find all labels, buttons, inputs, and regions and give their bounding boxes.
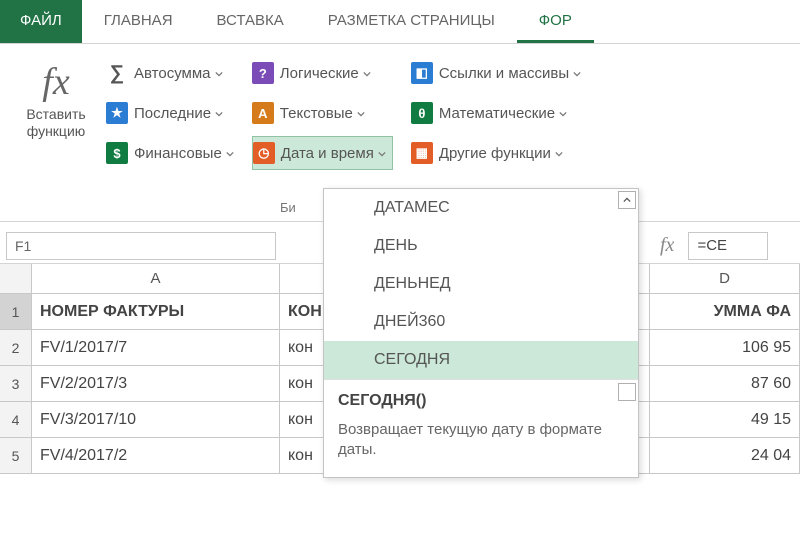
- tab-insert[interactable]: ВСТАВКА: [195, 0, 306, 43]
- more-label: Другие функции: [439, 145, 551, 162]
- sigma-icon: ∑: [106, 62, 128, 84]
- ribbon-tabs: ФАЙЛ ГЛАВНАЯ ВСТАВКА РАЗМЕТКА СТРАНИЦЫ Ф…: [0, 0, 800, 44]
- more-functions-button[interactable]: ▦ Другие функции: [411, 136, 581, 170]
- tooltip-title: СЕГОДНЯ(): [338, 392, 624, 410]
- scroll-up-button[interactable]: [618, 191, 636, 209]
- lookup-icon: ◧: [411, 62, 433, 84]
- cell[interactable]: НОМЕР ФАКТУРЫ: [32, 294, 280, 329]
- cell[interactable]: FV/2/2017/3: [32, 366, 280, 401]
- dropdown-item[interactable]: ДАТАМЕС: [324, 189, 638, 227]
- row-header[interactable]: 4: [0, 402, 32, 437]
- cell[interactable]: 49 15: [650, 402, 800, 437]
- lookup-button[interactable]: ◧ Ссылки и массивы: [411, 56, 581, 90]
- col-header-a[interactable]: A: [32, 264, 280, 293]
- insert-function-button[interactable]: fx Вставитьфункцию: [6, 50, 106, 221]
- tab-formulas[interactable]: ФОР: [517, 0, 594, 43]
- logical-label: Логические: [280, 65, 359, 82]
- fx-icon: fx: [6, 60, 106, 104]
- math-icon: θ: [411, 102, 433, 124]
- chevron-down-icon: [573, 65, 581, 81]
- name-box[interactable]: F1: [6, 232, 276, 260]
- scroll-thumb[interactable]: [618, 383, 636, 401]
- row-header[interactable]: 5: [0, 438, 32, 473]
- dropdown-item[interactable]: СЕГОДНЯ: [324, 341, 638, 379]
- text-label: Текстовые: [280, 105, 353, 122]
- autosum-label: Автосумма: [134, 65, 211, 82]
- chevron-down-icon: [559, 105, 567, 121]
- dropdown-item[interactable]: ДНЕЙ360: [324, 303, 638, 341]
- datetime-button[interactable]: ◷ Дата и время: [252, 136, 393, 170]
- cell[interactable]: УММА ФА: [650, 294, 800, 329]
- math-button[interactable]: θ Математические: [411, 96, 581, 130]
- cell[interactable]: 106 95: [650, 330, 800, 365]
- clock-icon: ◷: [253, 142, 275, 164]
- cell[interactable]: FV/3/2017/10: [32, 402, 280, 437]
- lookup-label: Ссылки и массивы: [439, 65, 569, 82]
- chevron-down-icon: [357, 105, 365, 121]
- more-icon: ▦: [411, 142, 433, 164]
- math-label: Математические: [439, 105, 555, 122]
- text-button[interactable]: A Текстовые: [252, 96, 393, 130]
- fx-icon[interactable]: fx: [652, 234, 682, 257]
- function-tooltip: СЕГОДНЯ() Возвращает текущую дату в форм…: [324, 379, 638, 477]
- chevron-down-icon: [555, 145, 563, 161]
- logical-button[interactable]: ? Логические: [252, 56, 393, 90]
- cell[interactable]: FV/1/2017/7: [32, 330, 280, 365]
- chevron-down-icon: [215, 65, 223, 81]
- autosum-button[interactable]: ∑ Автосумма: [106, 56, 234, 90]
- tab-file[interactable]: ФАЙЛ: [0, 0, 82, 43]
- ribbon-group-label: Би: [280, 200, 296, 215]
- tab-home[interactable]: ГЛАВНАЯ: [82, 0, 195, 43]
- financial-icon: $: [106, 142, 128, 164]
- chevron-down-icon: [363, 65, 371, 81]
- row-header[interactable]: 3: [0, 366, 32, 401]
- logical-icon: ?: [252, 62, 274, 84]
- recent-label: Последние: [134, 105, 211, 122]
- formula-input[interactable]: =СЕ: [688, 232, 768, 260]
- row-header[interactable]: 1: [0, 294, 32, 329]
- chevron-down-icon: [378, 145, 386, 161]
- chevron-down-icon: [215, 105, 223, 121]
- text-icon: A: [252, 102, 274, 124]
- tab-page-layout[interactable]: РАЗМЕТКА СТРАНИЦЫ: [306, 0, 517, 43]
- dropdown-item[interactable]: ДЕНЬНЕД: [324, 265, 638, 303]
- col-header-d[interactable]: D: [650, 264, 800, 293]
- recent-icon: ★: [106, 102, 128, 124]
- cell[interactable]: 87 60: [650, 366, 800, 401]
- cell[interactable]: FV/4/2017/2: [32, 438, 280, 473]
- financial-label: Финансовые: [134, 145, 222, 162]
- recent-button[interactable]: ★ Последние: [106, 96, 234, 130]
- datetime-dropdown: ДАТАМЕС ДЕНЬ ДЕНЬНЕД ДНЕЙ360 СЕГОДНЯ СЕГ…: [323, 188, 639, 478]
- chevron-down-icon: [226, 145, 234, 161]
- cell[interactable]: 24 04: [650, 438, 800, 473]
- dropdown-item[interactable]: ДЕНЬ: [324, 227, 638, 265]
- financial-button[interactable]: $ Финансовые: [106, 136, 234, 170]
- insert-function-label: Вставитьфункцию: [6, 106, 106, 140]
- tooltip-description: Возвращает текущую дату в формате даты.: [338, 420, 624, 461]
- select-all-corner[interactable]: [0, 264, 32, 293]
- row-header[interactable]: 2: [0, 330, 32, 365]
- datetime-label: Дата и время: [281, 145, 374, 162]
